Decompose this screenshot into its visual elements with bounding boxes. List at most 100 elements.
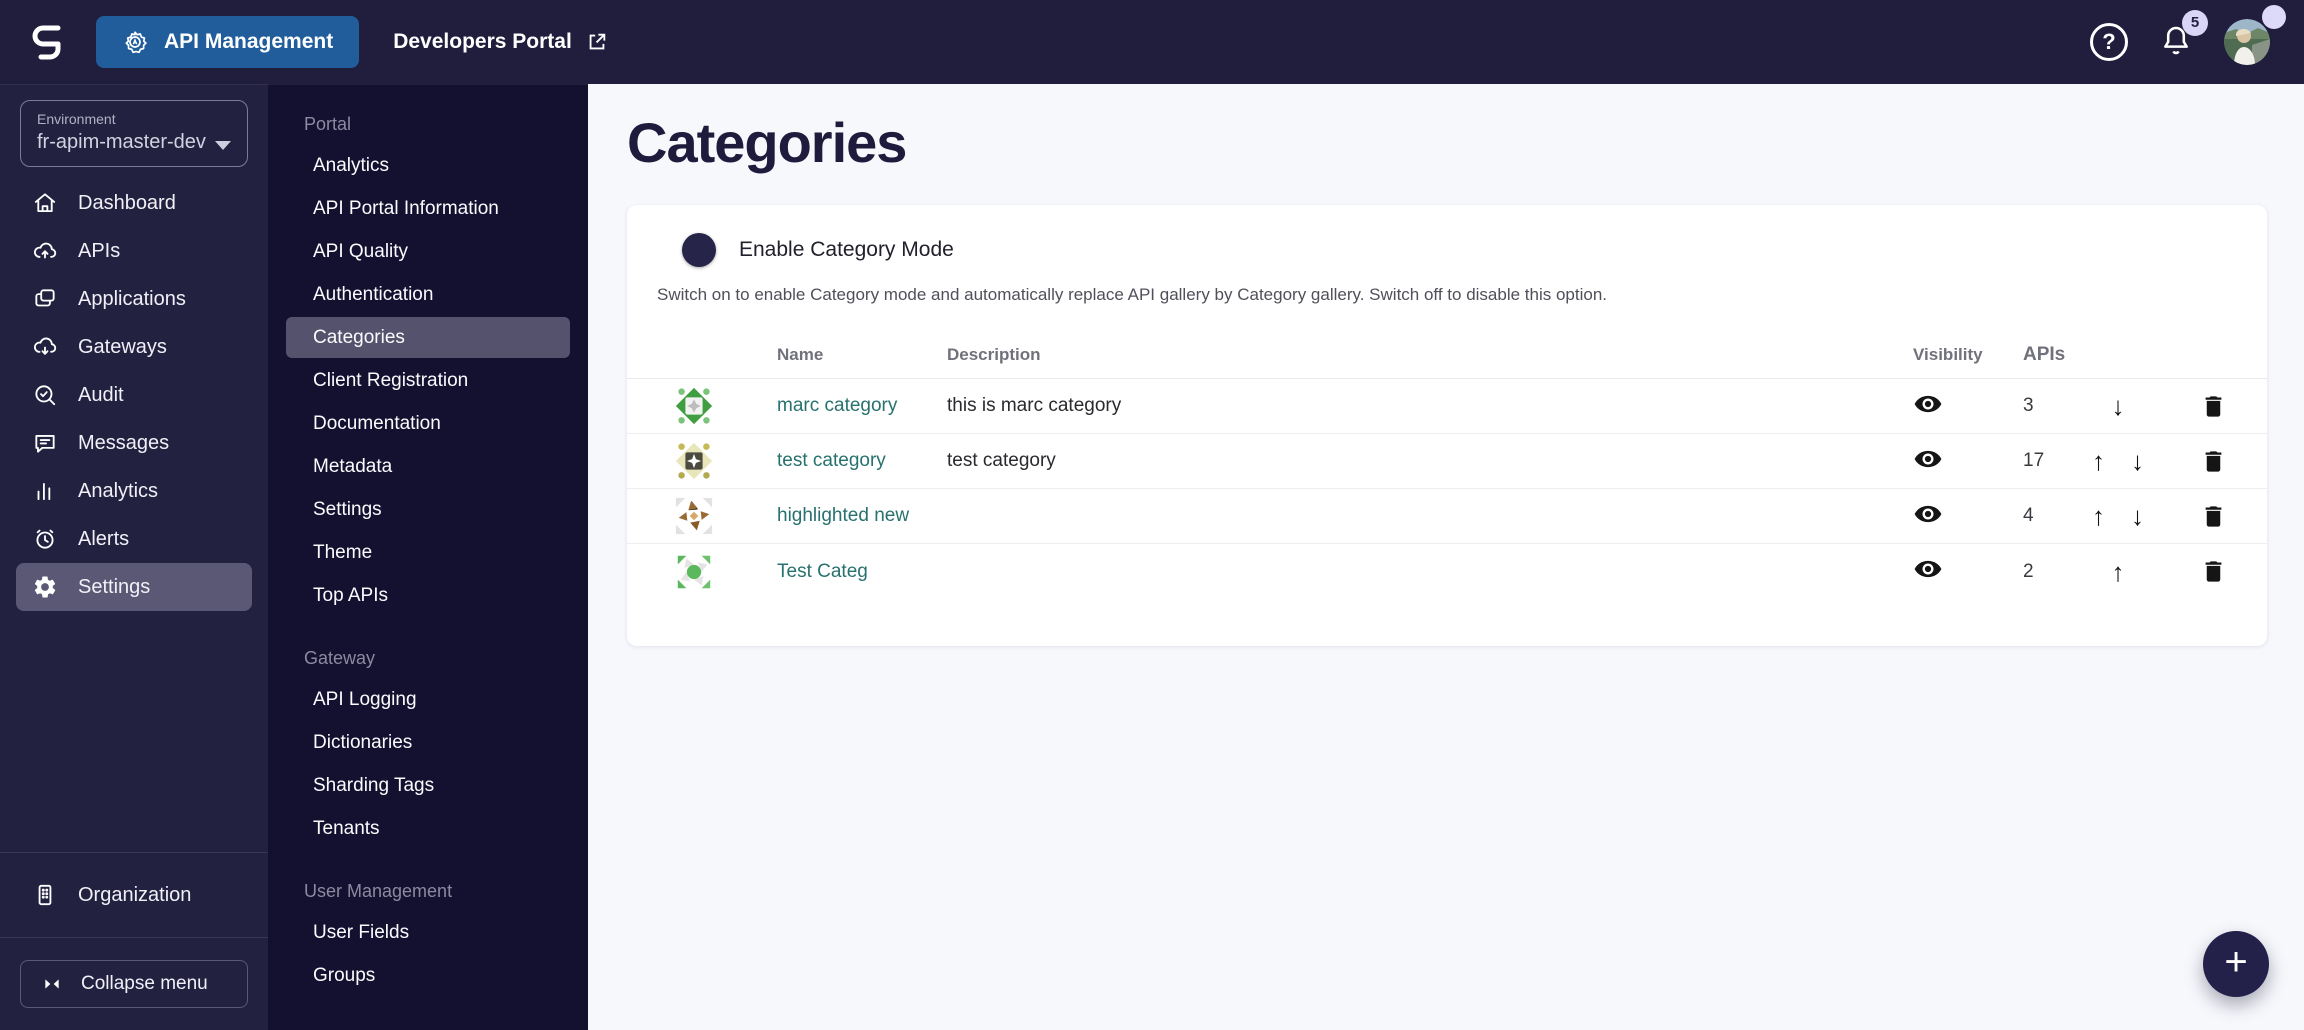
environment-label: Environment [37,111,116,127]
environment-select[interactable]: Environment fr-apim-master-dev [20,100,248,167]
category-mode-row: Enable Category Mode [627,231,2267,269]
subnav-item-dictionaries[interactable]: Dictionaries [286,722,570,763]
sidebar-item-label: Alerts [78,527,130,550]
subnav-section-title: User Management [304,881,453,901]
sidebar-item-apis[interactable]: APIs [16,227,252,275]
collapse-menu-button[interactable]: Collapse menu [20,960,248,1008]
delete-button[interactable] [2200,558,2227,585]
category-name-link[interactable]: marc category [777,395,897,416]
subnav-item-settings[interactable]: Settings [286,489,570,530]
delete-button[interactable] [2200,393,2227,420]
status-dot [2262,5,2286,29]
frame: Environment fr-apim-master-dev Dashboard… [0,84,2304,1030]
subnav-item-groups[interactable]: Groups [286,955,570,996]
primary-sidebar: Environment fr-apim-master-dev Dashboard… [0,84,268,1030]
visibility-eye-icon[interactable] [1913,444,1943,474]
gear-badge-icon [122,29,148,55]
category-icon [673,440,777,482]
sidebar-item-alerts[interactable]: Alerts [16,515,252,563]
delete-button[interactable] [2200,448,2227,475]
avatar [2224,19,2270,65]
category-description: test category [947,450,1056,471]
toggle-thumb [682,233,716,267]
move-up-button[interactable]: ↑ [2092,448,2105,474]
category-icon [673,385,777,427]
subnav-section-title: Portal [304,114,352,134]
category-name-link[interactable]: test category [777,450,886,471]
move-up-button[interactable]: ↑ [2092,503,2105,529]
sidebar-item-applications[interactable]: Applications [16,275,252,323]
organization-section: Organization [0,852,268,938]
sidebar-item-label: Gateways [78,335,167,358]
subnav-item-metadata[interactable]: Metadata [286,446,570,487]
home-icon [32,190,58,216]
help-icon: ? [2102,29,2116,54]
sidebar-item-label: Messages [78,431,170,454]
sidebar-item-settings[interactable]: Settings [16,563,252,611]
categories-card: Enable Category Mode Switch on to enable… [627,205,2267,646]
subnav-item-client-registration[interactable]: Client Registration [286,360,570,401]
subnav-item-documentation[interactable]: Documentation [286,403,570,444]
api-count: 3 [2023,395,2034,416]
app-window: API Management Developers Portal ? 5 Env… [0,0,2304,1030]
notifications-button[interactable]: 5 [2158,9,2208,63]
table-row: Test Categ 2 ↑ [627,544,2267,599]
bell-icon [2158,26,2194,62]
building-icon [32,882,58,908]
sidebar-item-label: Settings [78,575,151,598]
visibility-eye-icon[interactable] [1913,389,1943,419]
visibility-eye-icon[interactable] [1913,499,1943,529]
category-table-body: marc category this is marc category 3 ↓ … [627,379,2267,599]
bars-icon [32,478,58,504]
sidebar-item-label: Dashboard [78,191,176,214]
help-button[interactable]: ? [2090,23,2128,61]
chevron-down-icon [215,141,231,150]
move-down-button[interactable]: ↓ [2131,448,2144,474]
enable-category-mode-toggle[interactable] [657,233,716,267]
subnav-item-api-portal-information[interactable]: API Portal Information [286,188,570,229]
visibility-eye-icon[interactable] [1913,554,1943,584]
category-name-link[interactable]: highlighted new [777,505,909,526]
subnav-item-analytics[interactable]: Analytics [286,145,570,186]
move-up-button[interactable]: ↑ [2112,559,2125,585]
subnav-item-user-fields[interactable]: User Fields [286,912,570,953]
top-bar: API Management Developers Portal ? 5 [0,0,2304,84]
cloud-up-icon [32,238,58,264]
sidebar-item-label: Applications [78,287,186,310]
move-down-button[interactable]: ↓ [2112,393,2125,419]
sidebar-item-messages[interactable]: Messages [16,419,252,467]
sidebar-item-analytics[interactable]: Analytics [16,467,252,515]
page-title: Categories [627,111,907,174]
column-header-description: Description [947,344,1041,364]
categories-table: Name Description Visibility APIs marc ca… [627,331,2267,599]
subnav-item-api-logging[interactable]: API Logging [286,679,570,720]
subnav-item-theme[interactable]: Theme [286,532,570,573]
toggle-hint: Switch on to enable Category mode and au… [657,285,1608,304]
sidebar-item-dashboard[interactable]: Dashboard [16,179,252,227]
subnav-item-authentication[interactable]: Authentication [286,274,570,315]
category-name-link[interactable]: Test Categ [777,561,868,582]
sidebar-item-organization[interactable]: Organization [16,871,252,919]
subnav-item-top-apis[interactable]: Top APIs [286,575,570,616]
subnav-item-sharding-tags[interactable]: Sharding Tags [286,765,570,806]
notification-count-badge: 5 [2182,9,2208,36]
toggle-label: Enable Category Mode [739,238,954,261]
subnav-item-categories[interactable]: Categories [286,317,570,358]
column-header-apis: APIs [2023,343,2066,365]
gravitee-logo-icon[interactable] [30,20,66,64]
add-category-button[interactable]: + [2203,931,2269,997]
settings-sidenav: Portal Analytics API Portal Information API… [268,84,588,1030]
sidebar-nav: Dashboard APIs Applications Gateways Audit Me… [0,179,268,611]
sidebar-item-audit[interactable]: Audit [16,371,252,419]
gear-icon [32,574,58,600]
subnav-item-tenants[interactable]: Tenants [286,808,570,849]
user-menu[interactable] [2224,5,2286,65]
subnav-item-api-quality[interactable]: API Quality [286,231,570,272]
delete-button[interactable] [2200,503,2227,530]
sidebar-item-gateways[interactable]: Gateways [16,323,252,371]
move-down-button[interactable]: ↓ [2131,503,2144,529]
api-management-button[interactable]: API Management [96,16,360,68]
developers-portal-link[interactable]: Developers Portal [393,29,610,55]
table-row: marc category this is marc category 3 ↓ [627,379,2267,434]
